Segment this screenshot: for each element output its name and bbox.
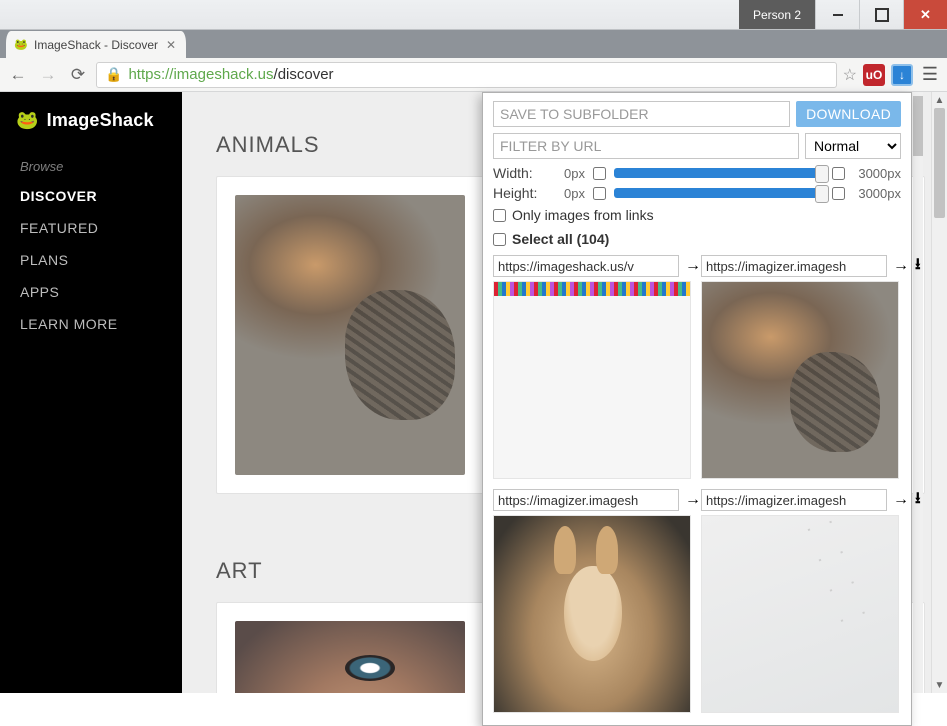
- open-link-icon[interactable]: →: [685, 491, 701, 509]
- height-label: Height:: [493, 185, 543, 201]
- height-max: 3000px: [853, 186, 901, 201]
- url-scheme: https://: [128, 66, 173, 83]
- url-path: /discover: [274, 66, 334, 83]
- tab-close-icon[interactable]: ✕: [166, 38, 176, 52]
- result-thumbnail[interactable]: [493, 515, 691, 713]
- select-all-label: Select all (104): [512, 231, 609, 247]
- filter-mode-select[interactable]: Normal: [805, 133, 901, 159]
- bookmark-star-icon[interactable]: ☆: [843, 65, 857, 85]
- page-viewport: 🐸 ImageShack Browse DISCOVER FEATURED PL…: [0, 92, 947, 693]
- downloader-popup: DOWNLOAD Normal Width: 0px 3000px Height…: [482, 92, 912, 726]
- image-downloader-extension-icon[interactable]: ↓: [891, 64, 913, 86]
- result-item: → ⭳: [701, 489, 899, 713]
- width-min: 0px: [551, 166, 585, 181]
- brand-name: ImageShack: [47, 110, 154, 131]
- site-logo[interactable]: 🐸 ImageShack: [0, 106, 182, 151]
- url-host: imageshack.us: [173, 66, 273, 83]
- window-maximize-button[interactable]: [859, 0, 903, 29]
- height-min: 0px: [551, 186, 585, 201]
- width-min-lock-checkbox[interactable]: [593, 167, 606, 180]
- result-item: → ⭳: [493, 489, 691, 713]
- result-url-input[interactable]: [701, 255, 887, 277]
- open-link-icon[interactable]: →: [685, 257, 701, 275]
- height-slider[interactable]: [614, 188, 824, 198]
- sidebar-item-learn-more[interactable]: LEARN MORE: [0, 308, 182, 340]
- sidebar-item-plans[interactable]: PLANS: [0, 244, 182, 276]
- back-button[interactable]: ←: [6, 63, 30, 87]
- height-max-lock-checkbox[interactable]: [832, 187, 845, 200]
- result-url-input[interactable]: [701, 489, 887, 511]
- browse-heading: Browse: [0, 151, 182, 180]
- select-all-checkbox[interactable]: [493, 233, 506, 246]
- open-link-icon[interactable]: →: [893, 257, 909, 275]
- lock-icon: 🔒: [105, 66, 122, 83]
- page-scrollbar-thumb[interactable]: [934, 108, 945, 218]
- image-animals: [235, 195, 465, 475]
- result-thumbnail[interactable]: [701, 281, 899, 479]
- open-link-icon[interactable]: →: [893, 491, 909, 509]
- forward-button[interactable]: →: [36, 63, 60, 87]
- download-icon[interactable]: ⭳: [915, 257, 921, 275]
- ublock-extension-icon[interactable]: uO: [863, 64, 885, 86]
- popup-scrollbar[interactable]: [913, 92, 923, 693]
- filter-url-input[interactable]: [493, 133, 799, 159]
- sidebar-item-featured[interactable]: FEATURED: [0, 212, 182, 244]
- download-icon[interactable]: ⭳: [915, 491, 921, 509]
- only-links-checkbox[interactable]: [493, 209, 506, 222]
- width-label: Width:: [493, 165, 543, 181]
- site-sidebar: 🐸 ImageShack Browse DISCOVER FEATURED PL…: [0, 92, 182, 693]
- result-thumbnail[interactable]: [701, 515, 899, 713]
- tab-strip: 🐸 ImageShack - Discover ✕: [0, 30, 947, 58]
- subfolder-input[interactable]: [493, 101, 790, 127]
- browser-tab[interactable]: 🐸 ImageShack - Discover ✕: [6, 31, 186, 58]
- image-art: [235, 621, 465, 693]
- page-scrollbar[interactable]: ▲ ▼: [931, 92, 947, 693]
- only-links-label: Only images from links: [512, 207, 654, 223]
- sidebar-item-apps[interactable]: APPS: [0, 276, 182, 308]
- width-max: 3000px: [853, 166, 901, 181]
- result-thumbnail[interactable]: [493, 281, 691, 479]
- result-item: → ⭳: [701, 255, 899, 479]
- window-close-button[interactable]: [903, 0, 947, 29]
- tab-title: ImageShack - Discover: [34, 38, 158, 52]
- window-minimize-button[interactable]: [815, 0, 859, 29]
- results-grid: → ⭳ → ⭳ → ⭳: [493, 255, 901, 713]
- frog-icon: 🐸: [16, 110, 39, 131]
- height-min-lock-checkbox[interactable]: [593, 187, 606, 200]
- browser-menu-icon[interactable]: ☰: [919, 64, 941, 85]
- scroll-down-icon[interactable]: ▼: [932, 677, 947, 693]
- window-titlebar: Person 2: [0, 0, 947, 30]
- address-bar[interactable]: 🔒 https://imageshack.us/discover: [96, 62, 837, 88]
- result-url-input[interactable]: [493, 255, 679, 277]
- popup-scrollbar-thumb[interactable]: [913, 96, 923, 156]
- profile-badge[interactable]: Person 2: [739, 0, 815, 29]
- toolbar: ← → ⟳ 🔒 https://imageshack.us/discover ☆…: [0, 58, 947, 92]
- favicon-icon: 🐸: [14, 38, 28, 52]
- result-url-input[interactable]: [493, 489, 679, 511]
- width-slider[interactable]: [614, 168, 824, 178]
- result-item: → ⭳: [493, 255, 691, 479]
- scroll-up-icon[interactable]: ▲: [932, 92, 947, 108]
- width-max-lock-checkbox[interactable]: [832, 167, 845, 180]
- download-button[interactable]: DOWNLOAD: [796, 101, 901, 127]
- reload-button[interactable]: ⟳: [66, 63, 90, 87]
- sidebar-item-discover[interactable]: DISCOVER: [0, 180, 182, 212]
